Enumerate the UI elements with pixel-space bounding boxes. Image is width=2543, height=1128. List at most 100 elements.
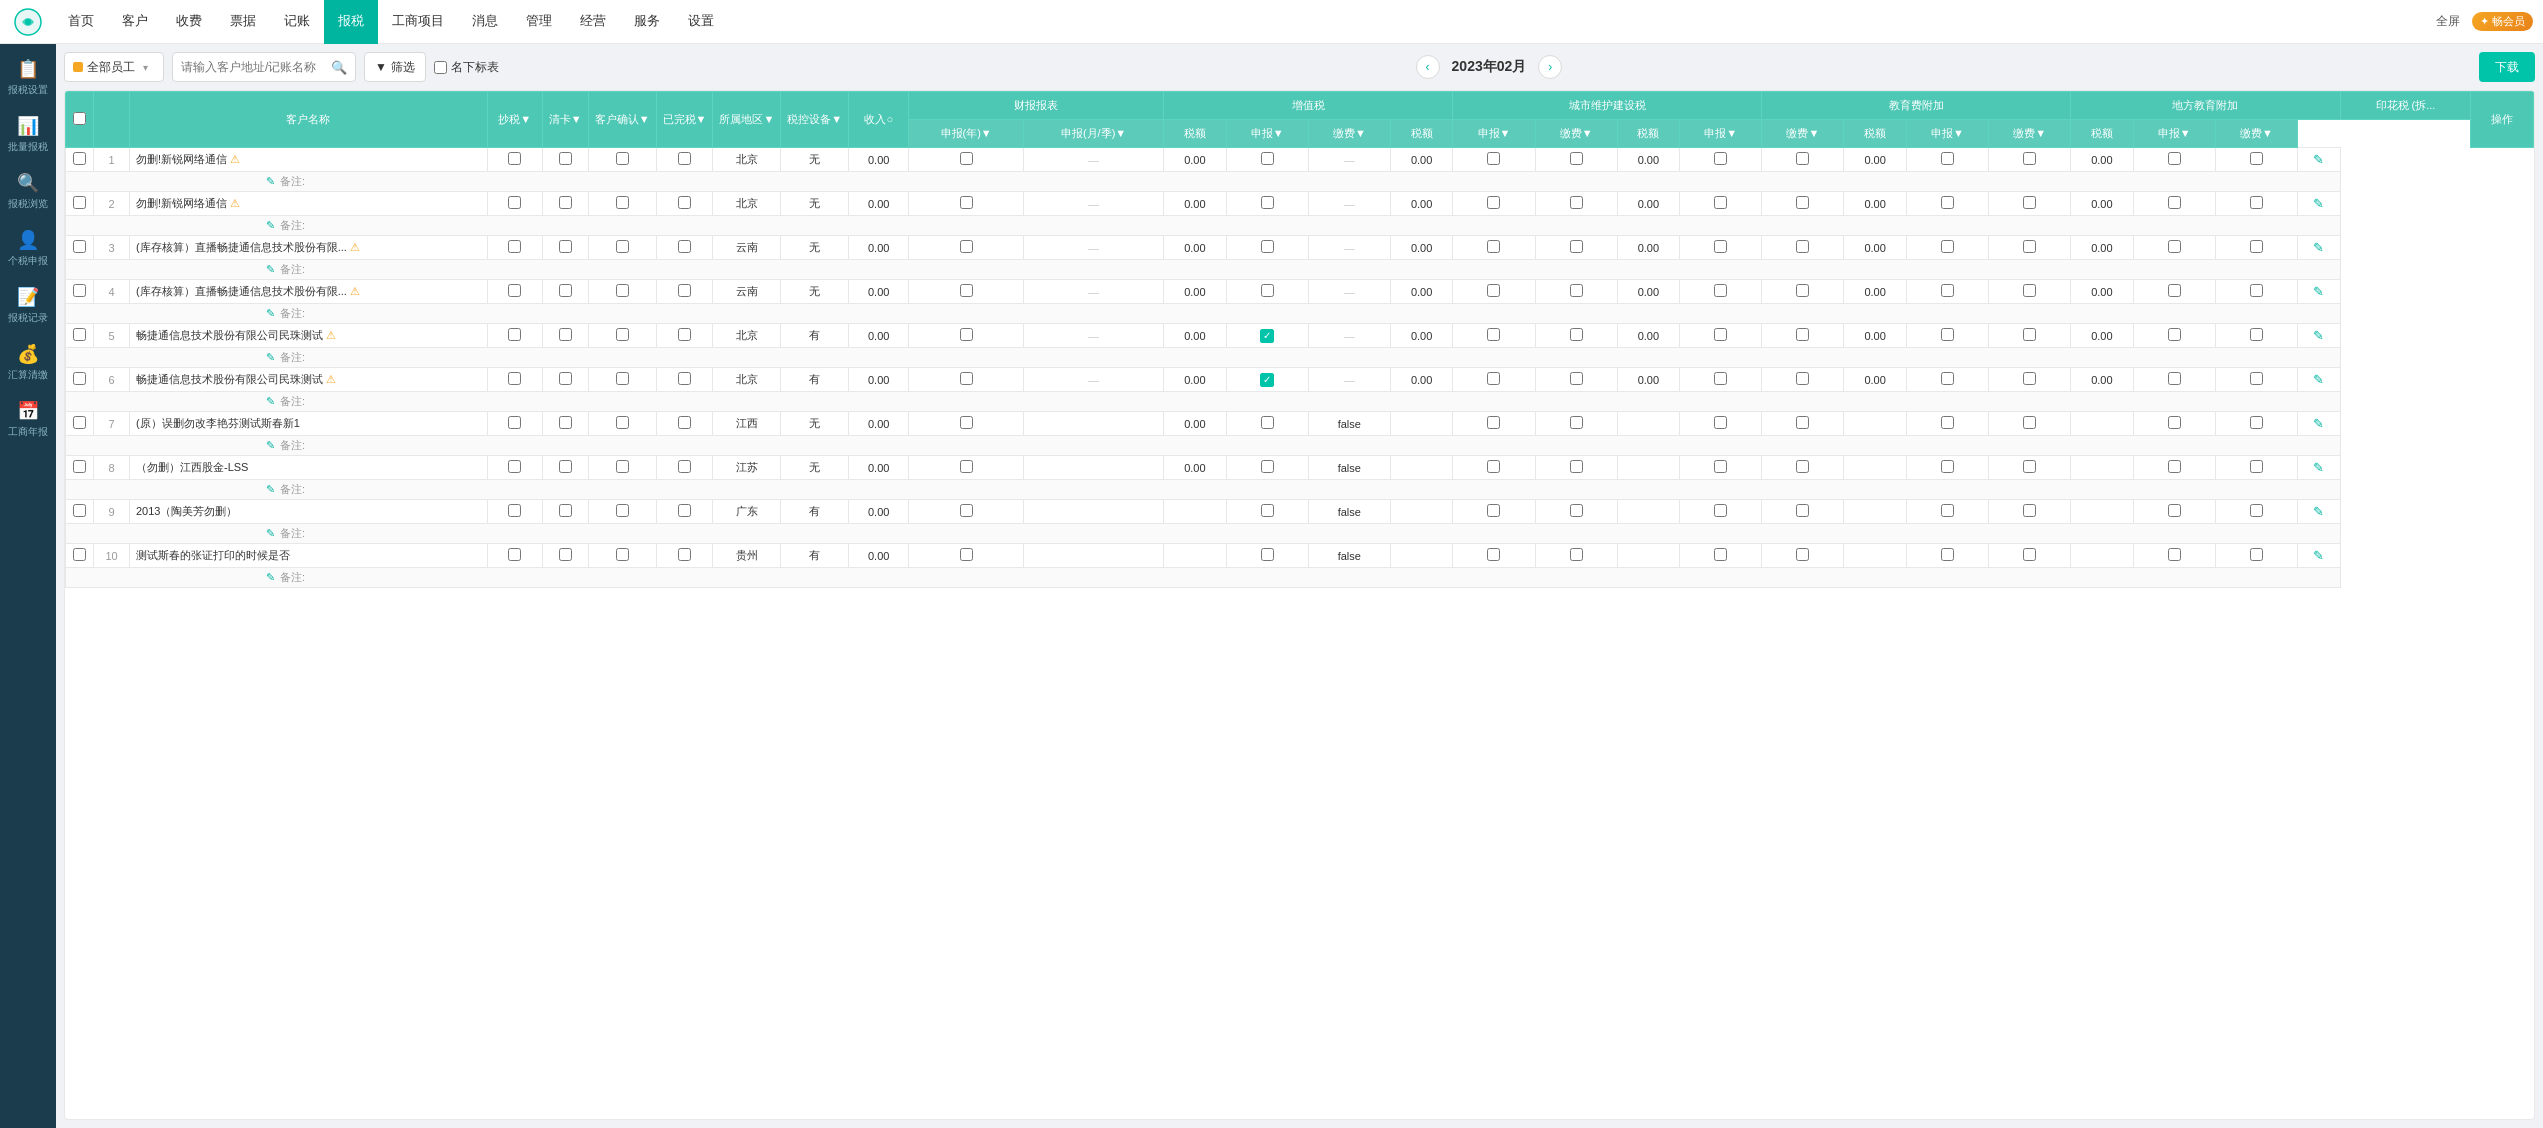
row-select-checkbox[interactable]: [73, 152, 86, 165]
qingka-cell[interactable]: [542, 500, 588, 524]
row-checkbox[interactable]: [1796, 416, 1809, 429]
row-checkbox[interactable]: [1941, 548, 1954, 561]
row-checkbox[interactable]: [1570, 284, 1583, 297]
local-shen-header[interactable]: 申报▼: [1906, 120, 1988, 148]
fin-year-cell[interactable]: [909, 456, 1024, 480]
stamp-shen-cell[interactable]: [2133, 368, 2215, 392]
row-checkbox[interactable]: [960, 240, 973, 253]
row-select-checkbox[interactable]: [73, 240, 86, 253]
row-select-cell[interactable]: [66, 500, 94, 524]
row-checkbox[interactable]: [1714, 548, 1727, 561]
row-checkbox[interactable]: [508, 460, 521, 473]
row-checkbox[interactable]: [1261, 460, 1274, 473]
leftnav-item-批量报税[interactable]: 📊批量报税: [0, 105, 56, 162]
stamp-fee-header[interactable]: 缴费▼: [2215, 120, 2297, 148]
topnav-item-管理[interactable]: 管理: [512, 0, 566, 44]
stamp-shen-header[interactable]: 申报▼: [2133, 120, 2215, 148]
chaoshui-cell[interactable]: [487, 324, 542, 348]
vat-shen-cell[interactable]: [1226, 236, 1308, 260]
row-checkbox[interactable]: [508, 504, 521, 517]
confirm-cell[interactable]: [588, 148, 656, 172]
stamp-shen-cell[interactable]: [2133, 456, 2215, 480]
row-checkbox[interactable]: [1796, 196, 1809, 209]
row-checkbox[interactable]: [2168, 416, 2181, 429]
row-checkbox[interactable]: [1570, 416, 1583, 429]
row-checkbox[interactable]: [1941, 504, 1954, 517]
remark-cell[interactable]: ✎ 备注:: [66, 480, 2341, 500]
local-fee-cell[interactable]: [1989, 324, 2071, 348]
row-select-cell[interactable]: [66, 368, 94, 392]
vat-shen-cell[interactable]: [1226, 280, 1308, 304]
fin-year-cell[interactable]: [909, 236, 1024, 260]
local-shen-cell[interactable]: [1906, 324, 1988, 348]
local-shen-cell[interactable]: [1906, 148, 1988, 172]
row-checkbox[interactable]: [616, 460, 629, 473]
row-checkbox[interactable]: [2168, 504, 2181, 517]
chaoshui-cell[interactable]: [487, 500, 542, 524]
next-month-button[interactable]: ›: [1538, 55, 1562, 79]
leftnav-item-个税申报[interactable]: 👤个税申报: [0, 219, 56, 276]
local-shen-cell[interactable]: [1906, 412, 1988, 436]
topnav-item-设置[interactable]: 设置: [674, 0, 728, 44]
row-checkbox[interactable]: [678, 372, 691, 385]
row-checkbox[interactable]: [2250, 196, 2263, 209]
stamp-shen-cell[interactable]: [2133, 324, 2215, 348]
paid-cell[interactable]: [656, 544, 713, 568]
row-checkbox[interactable]: [2023, 152, 2036, 165]
filter-button[interactable]: ▼ 筛选: [364, 52, 426, 82]
row-checkbox[interactable]: [559, 284, 572, 297]
vat-shen-cell[interactable]: ✓: [1226, 368, 1308, 392]
row-checkbox[interactable]: [1941, 240, 1954, 253]
row-checkbox[interactable]: [2168, 240, 2181, 253]
row-select-checkbox[interactable]: [73, 548, 86, 561]
edu-fee-cell[interactable]: [1762, 544, 1844, 568]
topnav-item-服务[interactable]: 服务: [620, 0, 674, 44]
row-checkbox[interactable]: [1487, 152, 1500, 165]
row-checkbox[interactable]: [1487, 460, 1500, 473]
paid-cell[interactable]: [656, 236, 713, 260]
vat-shen-cell[interactable]: [1226, 500, 1308, 524]
row-checkbox[interactable]: [2168, 548, 2181, 561]
city-fee-header[interactable]: 缴费▼: [1535, 120, 1617, 148]
edu-fee-header[interactable]: 缴费▼: [1762, 120, 1844, 148]
topnav-item-消息[interactable]: 消息: [458, 0, 512, 44]
paid-cell[interactable]: [656, 324, 713, 348]
row-checkbox[interactable]: [1941, 152, 1954, 165]
stamp-shen-cell[interactable]: [2133, 236, 2215, 260]
row-checkbox[interactable]: [1261, 284, 1274, 297]
edit-icon[interactable]: ✎: [2313, 240, 2324, 255]
city-shen-cell[interactable]: [1453, 192, 1535, 216]
local-fee-cell[interactable]: [1989, 192, 2071, 216]
city-fee-cell[interactable]: [1535, 500, 1617, 524]
fin-year-cell[interactable]: [909, 368, 1024, 392]
city-shen-cell[interactable]: [1453, 412, 1535, 436]
location-header[interactable]: 所属地区▼: [713, 92, 781, 148]
row-checkbox[interactable]: [1261, 504, 1274, 517]
row-checkbox[interactable]: [1714, 328, 1727, 341]
local-fee-cell[interactable]: [1989, 236, 2071, 260]
city-shen-header[interactable]: 申报▼: [1453, 120, 1535, 148]
paid-cell[interactable]: [656, 500, 713, 524]
qingka-cell[interactable]: [542, 456, 588, 480]
row-checkbox[interactable]: [1261, 240, 1274, 253]
vat-shen-cell[interactable]: ✓: [1226, 324, 1308, 348]
edu-shen-cell[interactable]: [1680, 456, 1762, 480]
fullscreen-btn[interactable]: 全屏: [2436, 13, 2460, 30]
chaoshui-cell[interactable]: [487, 368, 542, 392]
local-shen-cell[interactable]: [1906, 192, 1988, 216]
stamp-shen-cell[interactable]: [2133, 544, 2215, 568]
row-checkbox[interactable]: [1796, 328, 1809, 341]
row-checkbox[interactable]: [960, 548, 973, 561]
fin-year-cell[interactable]: [909, 412, 1024, 436]
row-checkbox[interactable]: [1714, 504, 1727, 517]
row-checkbox[interactable]: [559, 416, 572, 429]
device-header[interactable]: 税控设备▼: [781, 92, 849, 148]
row-checkbox[interactable]: [1261, 548, 1274, 561]
confirm-cell[interactable]: [588, 544, 656, 568]
row-checkbox[interactable]: [960, 504, 973, 517]
row-checkbox[interactable]: [2250, 416, 2263, 429]
city-fee-cell[interactable]: [1535, 544, 1617, 568]
city-shen-cell[interactable]: [1453, 236, 1535, 260]
row-checkbox[interactable]: [1796, 460, 1809, 473]
row-checkbox[interactable]: [616, 504, 629, 517]
